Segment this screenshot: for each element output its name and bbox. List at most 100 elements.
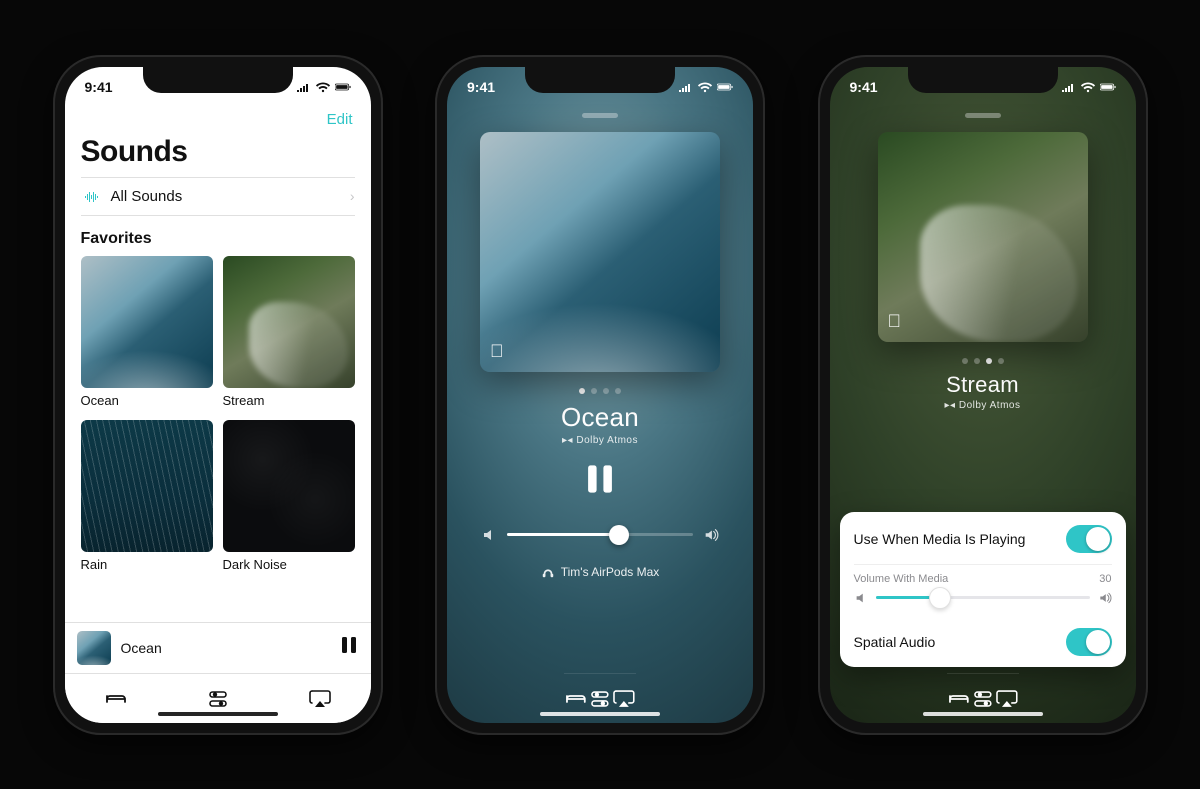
signal-icon (677, 81, 693, 93)
airplay-icon (995, 687, 1019, 709)
use-when-media-label: Use When Media Is Playing (854, 531, 1026, 547)
status-time: 9:41 (85, 79, 113, 95)
tile-label: Stream (223, 388, 355, 412)
notch (525, 67, 675, 93)
wifi-icon (1080, 81, 1096, 93)
bed-icon (104, 687, 128, 709)
all-sounds-row[interactable]: All Sounds › (81, 177, 355, 216)
tab-airplay[interactable] (995, 687, 1019, 709)
home-indicator (540, 712, 660, 716)
audio-route-label: Tim's AirPods Max (561, 565, 660, 579)
tab-mixer[interactable] (588, 687, 612, 709)
volume-with-media-row: Volume With Media 30 (854, 564, 1112, 617)
phone-library: 9:41 Edit Sounds All Sounds › Favorites … (53, 55, 383, 735)
home-indicator (923, 712, 1043, 716)
mini-player[interactable]: Ocean (65, 622, 371, 673)
bed-icon (564, 687, 588, 709)
wifi-icon (315, 81, 331, 93)
sound-tile-stream[interactable]: Stream (223, 256, 355, 412)
volume-max-icon (1098, 591, 1112, 605)
edit-button[interactable]: Edit (327, 111, 353, 128)
tab-sleep[interactable] (65, 687, 166, 709)
signal-icon (295, 81, 311, 93)
chevron-right-icon: › (350, 188, 355, 204)
tile-label: Ocean (81, 388, 213, 412)
playback-settings-card: Use When Media Is Playing Volume With Me… (840, 512, 1126, 667)
status-indicators (677, 81, 733, 93)
tile-artwork (223, 256, 355, 388)
status-indicators (295, 81, 351, 93)
tab-sleep[interactable] (947, 687, 971, 709)
phone-nowplaying-stream: 9:41  Stream ▸◂ Dolby Atmos Use When Me… (818, 55, 1148, 735)
volume-with-media-value: 30 (1099, 573, 1111, 585)
volume-track[interactable] (507, 533, 694, 536)
sheet-grabber[interactable] (965, 113, 1001, 118)
spatial-audio-label: Spatial Audio (854, 634, 936, 650)
tile-artwork (223, 420, 355, 552)
apple-logo-icon:  (888, 311, 902, 332)
airplay-icon (308, 687, 332, 709)
now-playing-artwork[interactable]:  (878, 132, 1088, 342)
pause-button[interactable] (583, 462, 617, 501)
sheet-grabber[interactable] (582, 113, 618, 118)
sound-tile-ocean[interactable]: Ocean (81, 256, 213, 412)
signal-icon (1060, 81, 1076, 93)
airplay-icon (612, 687, 636, 709)
track-subtitle: ▸◂ Dolby Atmos (562, 435, 638, 446)
wifi-icon (697, 81, 713, 93)
sound-tile-darknoise[interactable]: Dark Noise (223, 420, 355, 576)
home-indicator (158, 712, 278, 716)
sliders-icon (206, 687, 230, 709)
tile-label: Dark Noise (223, 552, 355, 576)
pause-icon (583, 462, 617, 496)
battery-icon (717, 81, 733, 93)
mini-player-artwork (77, 631, 111, 665)
spatial-audio-toggle[interactable] (1066, 628, 1112, 656)
page-title: Sounds (81, 135, 355, 177)
volume-with-media-slider[interactable] (876, 596, 1090, 599)
volume-min-icon (481, 527, 497, 543)
status-time: 9:41 (467, 79, 495, 95)
waveform-icon (81, 188, 101, 204)
now-playing-artwork[interactable]:  (480, 132, 720, 372)
use-when-media-row: Use When Media Is Playing (854, 514, 1112, 564)
tile-artwork (81, 256, 213, 388)
all-sounds-label: All Sounds (111, 188, 183, 205)
tab-mixer[interactable] (971, 687, 995, 709)
use-when-media-toggle[interactable] (1066, 525, 1112, 553)
track-subtitle: ▸◂ Dolby Atmos (945, 400, 1021, 411)
page-dots[interactable] (962, 358, 1004, 364)
tile-artwork (81, 420, 213, 552)
pause-icon (339, 635, 359, 655)
status-indicators (1060, 81, 1116, 93)
volume-min-icon (854, 591, 868, 605)
tab-sleep[interactable] (564, 687, 588, 709)
volume-max-icon (703, 527, 719, 543)
notch (143, 67, 293, 93)
sound-tile-rain[interactable]: Rain (81, 420, 213, 576)
bed-icon (947, 687, 971, 709)
battery-icon (1100, 81, 1116, 93)
tab-mixer[interactable] (167, 687, 268, 709)
mini-player-pause-button[interactable] (339, 635, 359, 660)
status-time: 9:41 (850, 79, 878, 95)
apple-logo-icon:  (490, 341, 504, 362)
audio-route[interactable]: Tim's AirPods Max (541, 565, 660, 579)
tile-label: Rain (81, 552, 213, 576)
track-title: Ocean (561, 402, 639, 433)
tab-airplay[interactable] (269, 687, 370, 709)
notch (908, 67, 1058, 93)
sliders-icon (971, 687, 995, 709)
mini-player-title: Ocean (121, 640, 162, 656)
phone-nowplaying-ocean: 9:41  Ocean ▸◂ Dolby Atmos (435, 55, 765, 735)
volume-with-media-label: Volume With Media (854, 573, 949, 585)
spatial-audio-row: Spatial Audio (854, 617, 1112, 667)
favorites-heading: Favorites (81, 230, 355, 248)
volume-slider[interactable] (481, 527, 720, 543)
sliders-icon (588, 687, 612, 709)
headphones-icon (541, 565, 555, 579)
favorites-grid: Ocean Stream Rain Dark Noise (81, 256, 355, 576)
tab-airplay[interactable] (612, 687, 636, 709)
page-dots[interactable] (579, 388, 621, 394)
battery-icon (335, 81, 351, 93)
